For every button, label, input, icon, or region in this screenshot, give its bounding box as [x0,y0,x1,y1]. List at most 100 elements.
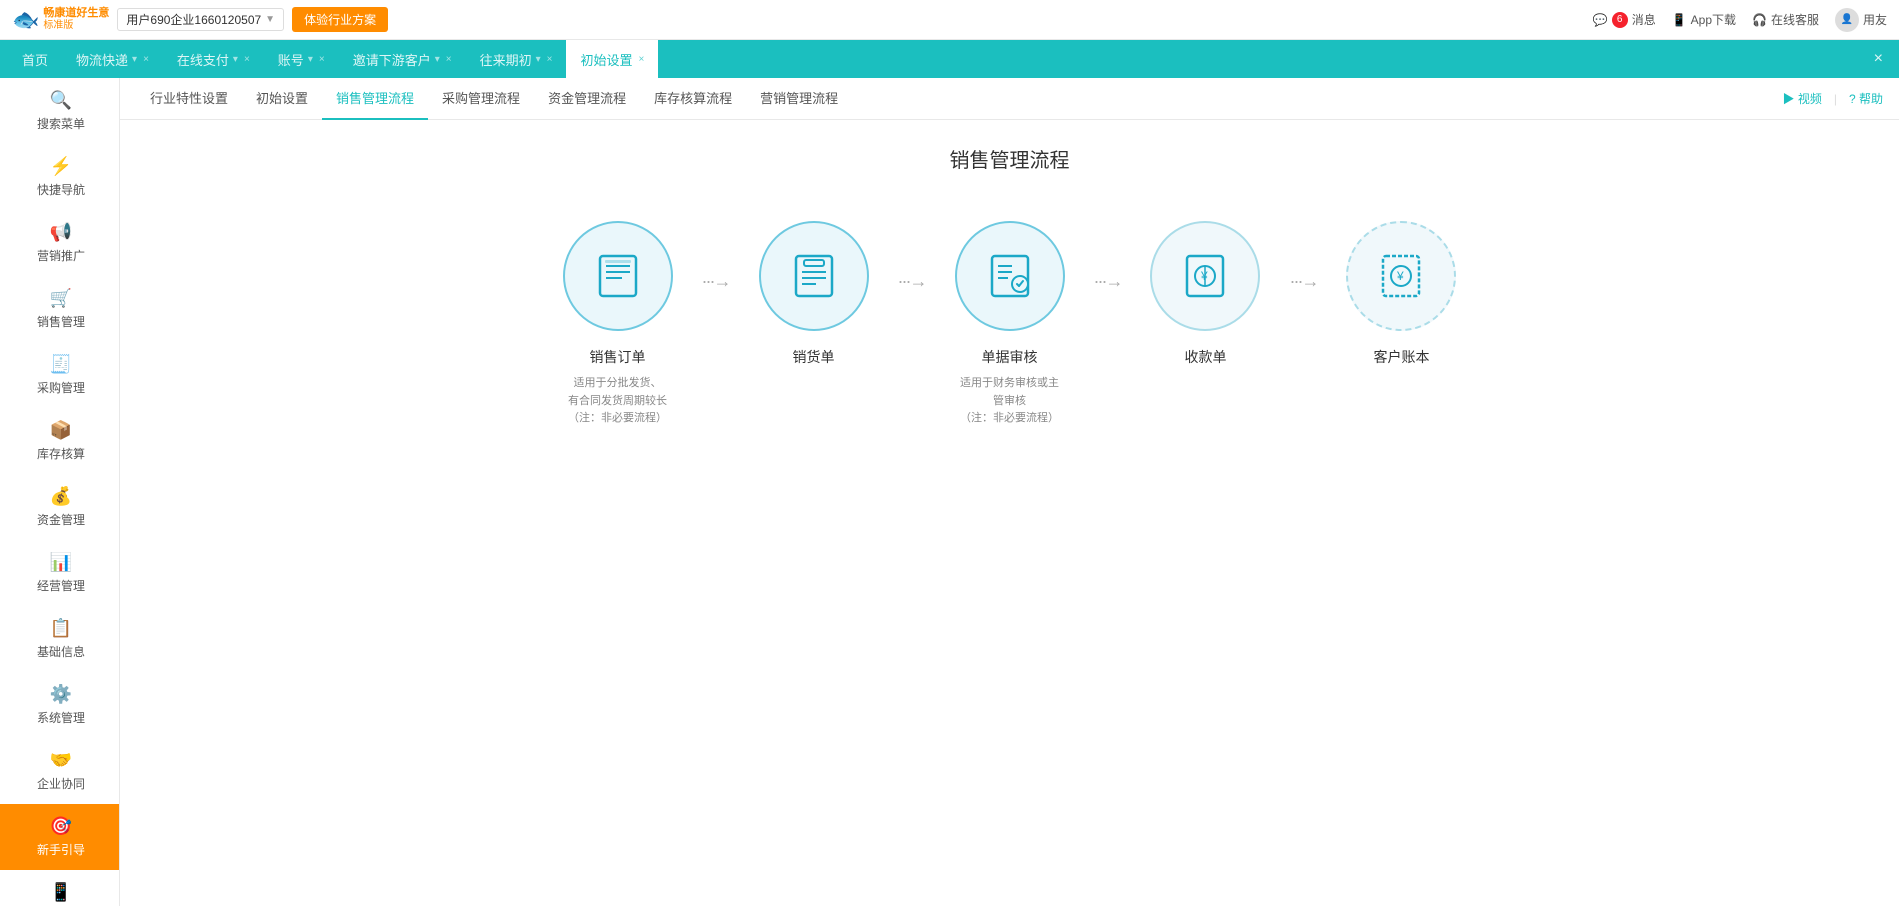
subtab-finance-flow-label: 资金管理流程 [548,88,626,107]
flow-step-sales-order[interactable]: 销售订单 适用于分批发货、有合同发货周期较长（注：非必要流程） [538,221,698,428]
nav-tab-invite[interactable]: 邀请下游客户 ▾ × [339,40,466,78]
nav-tab-init-settings-label: 初始设置 [580,50,632,69]
flow-arrow-2: ···→ [894,271,930,292]
lightning-icon: ⚡ [50,156,72,177]
nav-tab-logistics[interactable]: 物流快递 ▾ × [62,40,163,78]
close-icon[interactable]: × [319,54,325,65]
box-icon: 📦 [50,420,72,441]
online-service-button[interactable]: 🎧 在线客服 [1752,11,1819,28]
step-name-delivery: 销货单 [793,347,835,367]
nav-tab-invite-label: 邀请下游客户 [353,50,431,69]
sidebar-item-label: 新手引导 [37,841,85,858]
clipboard-icon: 📋 [50,618,72,639]
sidebar-item-quick-nav[interactable]: ⚡ 快捷导航 [0,144,119,210]
user-name-label: 用友 [1863,11,1887,28]
app-download-button[interactable]: 📱 App下载 [1672,11,1736,28]
step-name-ledger: 客户账本 [1373,347,1429,367]
sidebar-item-system[interactable]: ⚙️ 系统管理 [0,672,119,738]
sidebar-item-operation[interactable]: 📊 经营管理 [0,540,119,606]
nav-tab-initial[interactable]: 往来期初 ▾ × [466,40,567,78]
nav-tab-payment-label: 在线支付 [177,50,229,69]
flow-content: 销售管理流程 销售订单 [120,120,1899,906]
help-link[interactable]: ? 帮助 [1849,90,1883,107]
sidebar: 🔍 搜索菜单 ⚡ 快捷导航 📢 营销推广 🛒 销售管理 🧾 采购管理 📦 [0,78,120,906]
step-name-receipt: 收款单 [1184,347,1226,367]
sidebar-item-search[interactable]: 🔍 搜索菜单 [0,78,119,144]
flow-step-receipt[interactable]: ¥ 收款单 [1125,221,1285,375]
receipt-icon: 🧾 [50,354,72,375]
sidebar-item-sales[interactable]: 🛒 销售管理 [0,276,119,342]
subtab-purchase-flow-label: 采购管理流程 [442,88,520,107]
chart-icon: 📊 [50,552,72,573]
user-selector[interactable]: 用户690企业1660120507 ▼ [117,8,284,31]
nav-tab-account[interactable]: 账号 ▾ × [264,40,339,78]
chevron-down-icon: ▼ [265,14,275,25]
subtab-inventory-flow[interactable]: 库存核算流程 [640,78,746,120]
close-icon[interactable]: × [446,54,452,65]
sidebar-item-app-center[interactable]: 📱 应用中心 [0,870,119,906]
subtab-marketing-flow-label: 营销管理流程 [760,88,838,107]
messages-label: 消息 [1632,11,1656,28]
sidebar-item-inventory[interactable]: 📦 库存核算 [0,408,119,474]
subtab-initial[interactable]: 初始设置 [242,78,322,120]
sidebar-item-label: 营销推广 [37,247,85,264]
nav-tab-home[interactable]: 首页 [8,40,62,78]
sidebar-item-purchase[interactable]: 🧾 采购管理 [0,342,119,408]
subtab-marketing-flow[interactable]: 营销管理流程 [746,78,852,120]
subtab-industry-label: 行业特性设置 [150,88,228,107]
flow-arrow-3: ···→ [1090,271,1126,292]
flow-step-delivery[interactable]: 销货单 [734,221,894,375]
sidebar-item-marketing[interactable]: 📢 营销推广 [0,210,119,276]
sidebar-item-new-guide[interactable]: 🎯 新手引导 [0,804,119,870]
user-label: 用户690企业1660120507 [126,11,261,28]
chevron-down-icon: ▾ [233,54,238,65]
sidebar-item-label: 快捷导航 [37,181,85,198]
nav-tab-logistics-label: 物流快递 [76,50,128,69]
subtab-industry[interactable]: 行业特性设置 [136,78,242,120]
flow-arrow-1: ···→ [698,271,734,292]
flow-circle-sales-order [563,221,673,331]
flow-step-review[interactable]: 单据审核 适用于财务审核或主管审核（注：非必要流程） [930,221,1090,428]
logo-name: 畅康道好生意 [43,7,109,20]
chevron-down-icon: ▾ [308,54,313,65]
subtab-finance-flow[interactable]: 资金管理流程 [534,78,640,120]
video-link[interactable]: ▶ 视频 [1782,90,1821,107]
sidebar-item-collab[interactable]: 🤝 企业协同 [0,738,119,804]
subtab-sales-flow[interactable]: 销售管理流程 [322,78,428,120]
nav-tab-initial-label: 往来期初 [480,50,532,69]
sidebar-item-label: 销售管理 [37,313,85,330]
nav-tab-payment[interactable]: 在线支付 ▾ × [163,40,264,78]
close-icon[interactable]: × [244,54,250,65]
sidebar-item-label: 系统管理 [37,709,85,726]
user-avatar-button[interactable]: 👤 用友 [1835,8,1887,32]
play-icon: ▶ [1782,92,1794,106]
flow-circle-receipt: ¥ [1150,221,1260,331]
flow-step-ledger[interactable]: ¥ 客户账本 [1321,221,1481,375]
sidebar-item-basic-info[interactable]: 📋 基础信息 [0,606,119,672]
close-icon[interactable]: × [638,54,644,65]
content-area: 行业特性设置 初始设置 销售管理流程 采购管理流程 资金管理流程 库存核算流程 [120,78,1899,906]
mobile-icon: 📱 [50,882,72,903]
sidebar-item-label: 采购管理 [37,379,85,396]
question-icon: ? [1849,92,1856,106]
handshake-icon: 🤝 [50,750,72,771]
step-desc-sales-order: 适用于分批发货、有合同发货周期较长（注：非必要流程） [568,375,667,428]
app-download-label: App下载 [1691,11,1736,28]
nav-tab-init-settings[interactable]: 初始设置 × [566,40,658,78]
close-all-tabs-button[interactable]: × [1866,50,1891,68]
messages-button[interactable]: 💬 6 消息 [1593,11,1656,28]
sidebar-item-label: 库存核算 [37,445,85,462]
sub-tabs-bar: 行业特性设置 初始设置 销售管理流程 采购管理流程 资金管理流程 库存核算流程 [120,78,1899,120]
close-icon[interactable]: × [143,54,149,65]
step-desc-review: 适用于财务审核或主管审核（注：非必要流程） [960,375,1059,428]
close-icon[interactable]: × [547,54,553,65]
flow-circle-delivery [759,221,869,331]
cart-icon: 🛒 [50,288,72,309]
gear-icon: ⚙️ [50,684,72,705]
phone-icon: 📱 [1672,13,1687,27]
trial-button[interactable]: 体验行业方案 [292,7,388,32]
megaphone-icon: 📢 [50,222,72,243]
subtab-purchase-flow[interactable]: 采购管理流程 [428,78,534,120]
sidebar-item-finance[interactable]: 💰 资金管理 [0,474,119,540]
help-links: ▶ 视频 | ? 帮助 [1782,90,1883,107]
